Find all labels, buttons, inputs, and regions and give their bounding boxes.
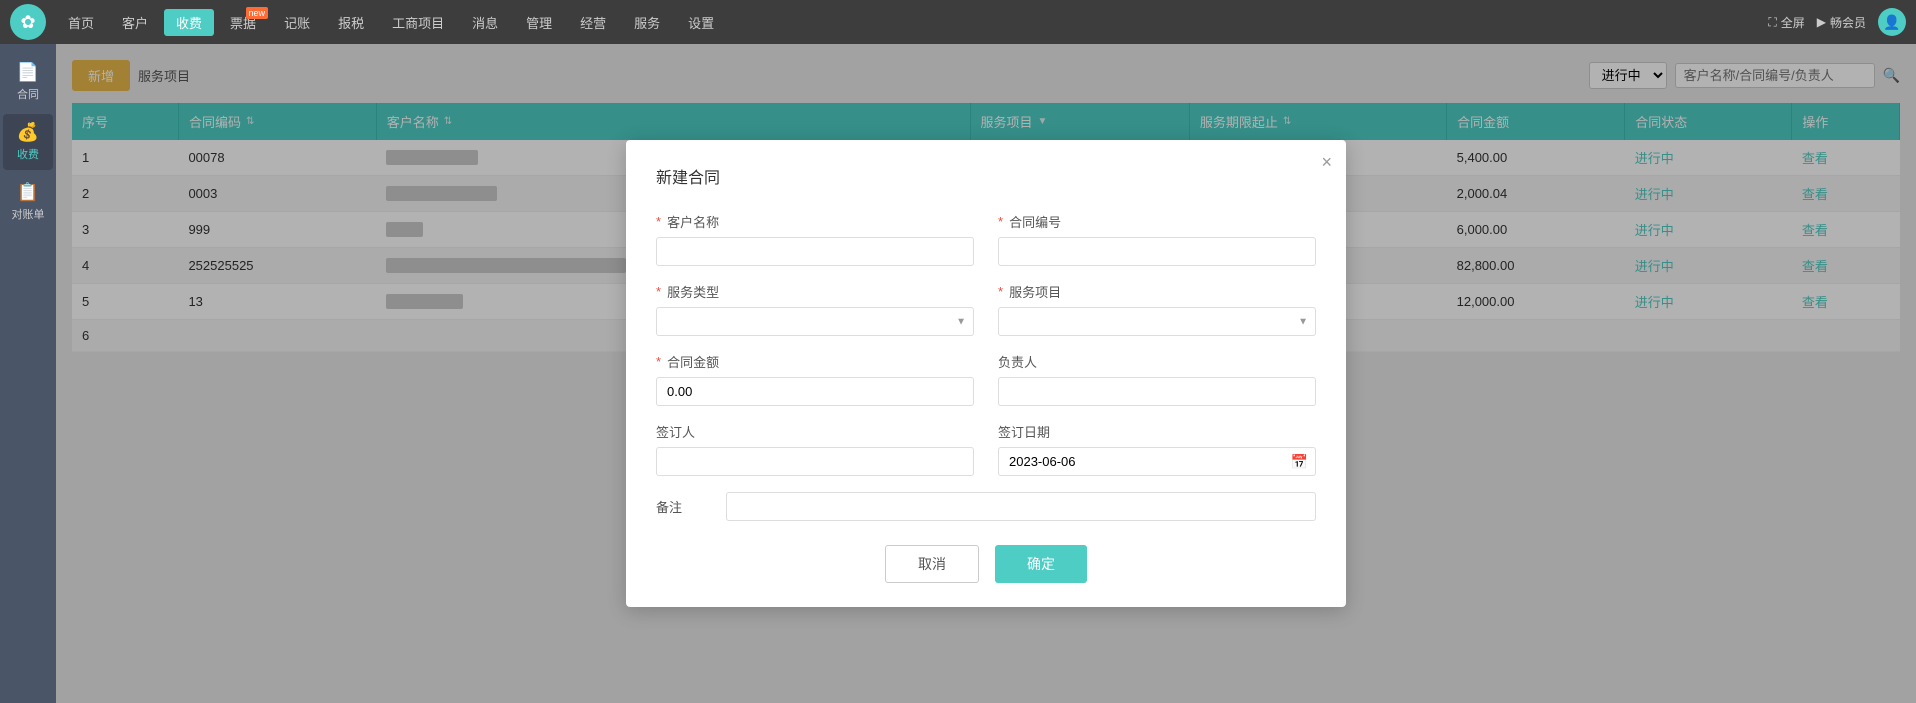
contract-icon: 📄 [17,62,39,83]
form-row-remark: 备注 [656,492,1316,521]
form-row-service-type: * 服务类型 [656,282,974,336]
service-item-select-wrapper [998,307,1316,336]
confirm-button[interactable]: 确定 [995,545,1087,583]
nav-item-bookkeeping[interactable]: 记账 [272,9,322,36]
modal-overlay[interactable]: × 新建合同 * 客户名称 * 合同编号 [56,44,1916,703]
form-row-customer: * 客户名称 [656,212,974,266]
nav-item-settings[interactable]: 设置 [676,9,726,36]
main-layout: 📄 合同 💰 收费 📋 对账单 新增 服务项目 进行中 已完成 已终止 🔍 [0,44,1916,703]
new-badge: new [246,7,269,19]
app-logo: ✿ [10,4,46,40]
remark-label: 备注 [656,497,714,516]
contract-no-label: * 合同编号 [998,212,1316,231]
nav-item-operation[interactable]: 经营 [568,9,618,36]
sidebar-item-fee[interactable]: 💰 收费 [3,114,53,170]
nav-item-customer[interactable]: 客户 [110,9,160,36]
modal-footer: 取消 确定 [656,545,1316,583]
form-row-contract-no: * 合同编号 [998,212,1316,266]
nav-item-fee[interactable]: 收费 [164,9,214,36]
sign-date-input[interactable] [998,447,1316,476]
signer-input[interactable] [656,447,974,476]
form-row-service-item: * 服务项目 [998,282,1316,336]
service-type-label: * 服务类型 [656,282,974,301]
service-item-label: * 服务项目 [998,282,1316,301]
service-type-select[interactable] [656,307,974,336]
contract-amount-label: * 合同金额 [656,352,974,371]
cancel-button[interactable]: 取消 [885,545,979,583]
sidebar: 📄 合同 💰 收费 📋 对账单 [0,44,56,703]
contract-no-input[interactable] [998,237,1316,266]
sign-date-wrapper: 📅 [998,447,1316,476]
customer-name-input[interactable] [656,237,974,266]
sidebar-item-fee-label: 收费 [17,146,39,162]
nav-item-service[interactable]: 服务 [622,9,672,36]
top-navigation: ✿ 首页 客户 收费 票据 new 记账 报税 工商项目 消息 管理 经营 服务… [0,0,1916,44]
nav-item-message[interactable]: 消息 [460,9,510,36]
sidebar-item-statement-label: 对账单 [12,206,45,222]
fee-icon: 💰 [17,122,39,143]
member-button[interactable]: ▶ 畅会员 [1817,14,1866,31]
modal-close-button[interactable]: × [1321,152,1332,173]
fullscreen-icon: ⛶ [1768,15,1776,30]
topnav-right: ⛶ 全屏 ▶ 畅会员 👤 [1768,8,1906,36]
sidebar-item-contract-label: 合同 [17,86,39,102]
nav-item-home[interactable]: 首页 [56,9,106,36]
modal-title: 新建合同 [656,164,1316,188]
service-type-select-wrapper [656,307,974,336]
fullscreen-button[interactable]: ⛶ 全屏 [1768,14,1804,31]
nav-item-tax[interactable]: 报税 [326,9,376,36]
content-area: 新增 服务项目 进行中 已完成 已终止 🔍 序号 合同编码 [56,44,1916,703]
form-grid: * 客户名称 * 合同编号 [656,212,1316,521]
responsible-person-input[interactable] [998,377,1316,406]
play-icon: ▶ [1817,15,1826,29]
sidebar-item-statement[interactable]: 📋 对账单 [3,174,53,230]
new-contract-modal: × 新建合同 * 客户名称 * 合同编号 [626,140,1346,607]
nav-item-manage[interactable]: 管理 [514,9,564,36]
service-item-select[interactable] [998,307,1316,336]
nav-item-invoice[interactable]: 票据 new [218,9,268,36]
statement-icon: 📋 [17,182,39,203]
responsible-person-label: 负责人 [998,352,1316,371]
signer-label: 签订人 [656,422,974,441]
remark-input[interactable] [726,492,1316,521]
nav-item-business[interactable]: 工商项目 [380,9,456,36]
contract-amount-input[interactable] [656,377,974,406]
form-row-sign-date: 签订日期 📅 [998,422,1316,476]
form-row-signer: 签订人 [656,422,974,476]
form-row-responsible: 负责人 [998,352,1316,406]
avatar[interactable]: 👤 [1878,8,1906,36]
nav-items: 首页 客户 收费 票据 new 记账 报税 工商项目 消息 管理 经营 服务 设… [56,9,1768,36]
sidebar-item-contract[interactable]: 📄 合同 [3,54,53,110]
sign-date-label: 签订日期 [998,422,1316,441]
form-row-amount: * 合同金额 [656,352,974,406]
customer-name-label: * 客户名称 [656,212,974,231]
